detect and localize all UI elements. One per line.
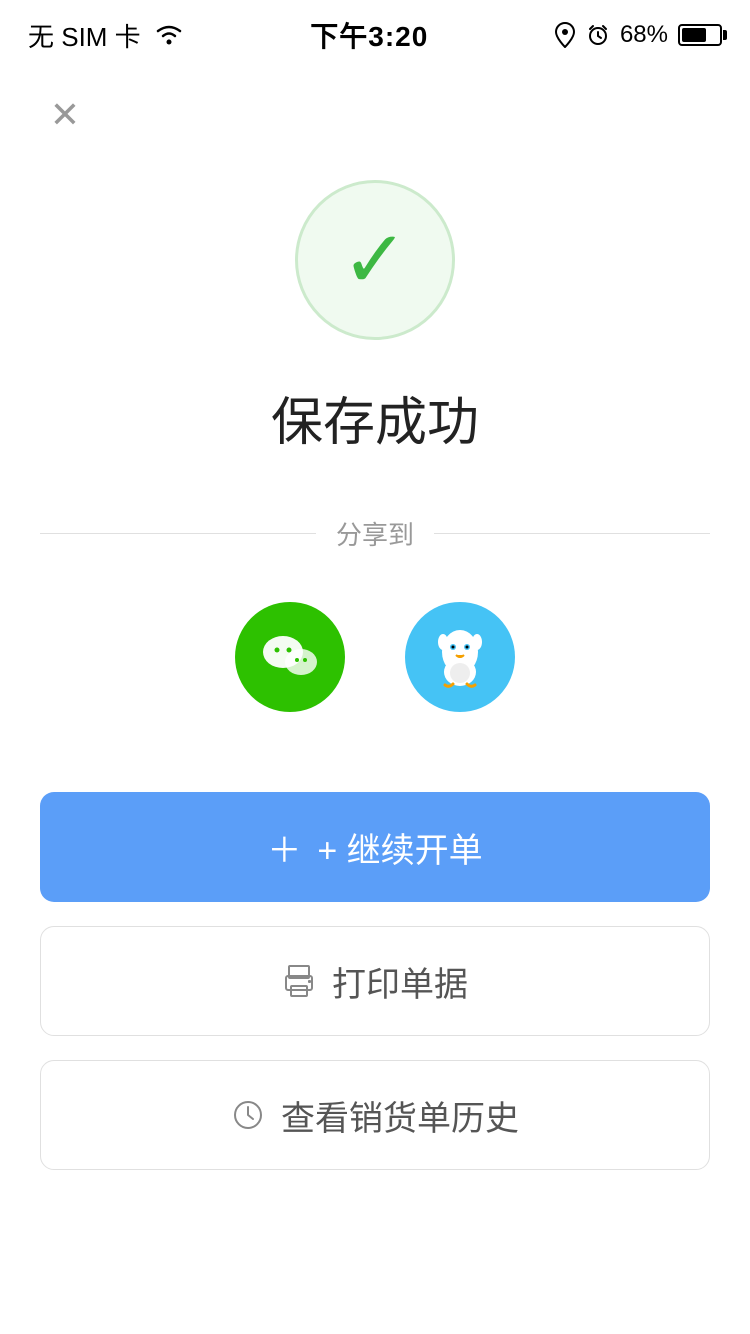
continue-button[interactable]: ＋ + 继续开单	[40, 792, 710, 902]
success-title: 保存成功	[271, 380, 479, 455]
history-label: 查看销货单历史	[281, 1091, 519, 1140]
action-buttons: ＋ + 继续开单 打印单据 查看销货单历史	[40, 792, 710, 1170]
divider-label: 分享到	[336, 515, 414, 552]
qq-icon	[427, 622, 493, 692]
carrier-text: 无 SIM 卡	[28, 17, 141, 54]
close-button[interactable]: ✕	[40, 90, 90, 140]
battery-icon	[678, 24, 722, 46]
alarm-icon	[586, 23, 610, 47]
main-content: ✓ 保存成功 分享到	[0, 160, 750, 1170]
qq-share-button[interactable]	[405, 602, 515, 712]
share-divider: 分享到	[40, 515, 710, 552]
printer-icon	[282, 964, 316, 998]
success-icon-circle: ✓	[295, 180, 455, 340]
print-button[interactable]: 打印单据	[40, 926, 710, 1036]
history-icon	[231, 1098, 265, 1132]
continue-label: + 继续开单	[317, 823, 482, 872]
close-button-area: ✕	[0, 70, 750, 160]
status-time: 下午3:20	[310, 15, 428, 55]
share-icons-row	[235, 602, 515, 712]
close-icon: ✕	[50, 97, 80, 133]
wifi-icon	[153, 23, 185, 47]
divider-line-left	[40, 533, 316, 534]
wechat-share-button[interactable]	[235, 602, 345, 712]
location-icon	[554, 22, 576, 48]
wechat-icon	[255, 627, 325, 687]
status-left: 无 SIM 卡	[28, 17, 185, 54]
checkmark-icon: ✓	[341, 220, 408, 300]
status-bar: 无 SIM 卡 下午3:20 68%	[0, 0, 750, 70]
print-label: 打印单据	[332, 957, 468, 1006]
history-button[interactable]: 查看销货单历史	[40, 1060, 710, 1170]
divider-line-right	[434, 533, 710, 534]
status-right: 68%	[554, 21, 722, 49]
plus-icon: ＋	[267, 823, 301, 872]
battery-percent: 68%	[620, 21, 668, 49]
